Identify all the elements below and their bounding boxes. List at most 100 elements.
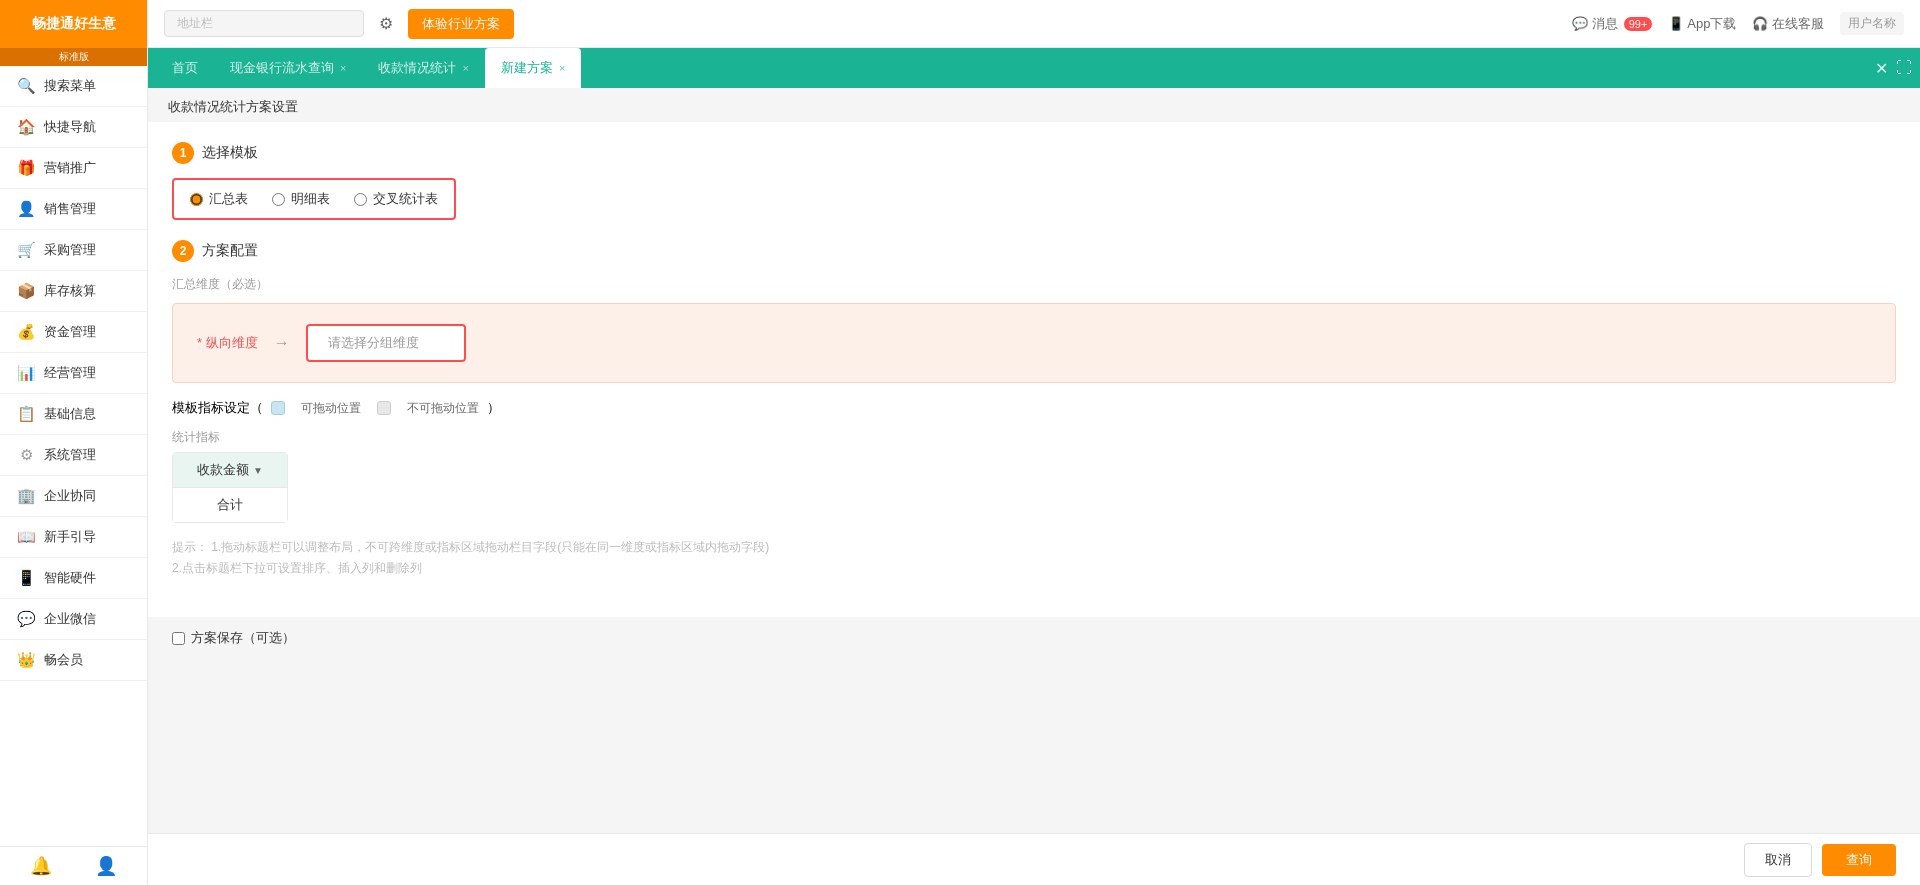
- device-icon: 📱: [16, 568, 36, 588]
- service-label: 在线客服: [1772, 16, 1824, 31]
- sidebar-item-purchase[interactable]: 🛒 采购管理: [0, 230, 147, 271]
- step1-num: 1: [172, 142, 194, 164]
- close-icon[interactable]: ×: [340, 62, 346, 74]
- radio-summary[interactable]: 汇总表: [190, 190, 248, 208]
- sidebar: 畅捷通好生意 标准版 🔍 搜索菜单 🏠 快捷导航 🎁 营销推广 👤 销售管理 🛒…: [0, 0, 148, 885]
- sidebar-item-inventory[interactable]: 📦 库存核算: [0, 271, 147, 312]
- save-option: 方案保存（可选）: [148, 617, 1920, 659]
- step2-section: 2 方案配置 汇总维度（必选） * 纵向维度 → 请选择分组维度: [172, 240, 1896, 577]
- sidebar-item-operations[interactable]: 📊 经营管理: [0, 353, 147, 394]
- main-area: 地址栏 ⚙ 体验行业方案 💬 消息 99+ 📱 App下载 🎧 在线客服 用户名…: [148, 0, 1920, 885]
- service-section[interactable]: 🎧 在线客服: [1752, 15, 1824, 33]
- tab-bar: 首页 现金银行流水查询 × 收款情况统计 × 新建方案 × ✕ ⛶: [148, 48, 1920, 88]
- industry-btn[interactable]: 体验行业方案: [408, 9, 514, 39]
- template-options: 汇总表 明细表 交叉统计表: [172, 178, 456, 220]
- sidebar-item-hardware[interactable]: 📱 智能硬件: [0, 558, 147, 599]
- sidebar-item-enterprise[interactable]: 🏢 企业协同: [0, 476, 147, 517]
- sidebar-item-marketing[interactable]: 🎁 营销推广: [0, 148, 147, 189]
- sidebar-logo-text: 畅捷通好生意: [32, 15, 116, 33]
- radio-cross-label: 交叉统计表: [373, 190, 438, 208]
- sidebar-item-nav[interactable]: 🏠 快捷导航: [0, 107, 147, 148]
- indicator-settings-header: 模板指标设定（ 可拖动位置 不可拖动位置 ）: [172, 399, 1896, 417]
- message-badge: 99+: [1624, 17, 1653, 31]
- tip-2: 2.点击标题栏下拉可设置排序、插入列和删除列: [172, 560, 1896, 577]
- save-checkbox[interactable]: [172, 632, 185, 645]
- maximize-icon[interactable]: ⛶: [1896, 59, 1912, 78]
- indicator-table-section: 统计指标 收款金额 ▼ 合计: [172, 429, 1896, 523]
- radio-detail[interactable]: 明细表: [272, 190, 330, 208]
- content-area: 收款情况统计方案设置 1 选择模板 汇总表 明细表: [148, 88, 1920, 833]
- radio-summary-input[interactable]: [190, 193, 203, 206]
- query-button[interactable]: 查询: [1822, 844, 1896, 876]
- tab-home[interactable]: 首页: [156, 48, 214, 88]
- chart-icon: 📊: [16, 363, 36, 383]
- sidebar-item-label: 企业微信: [44, 610, 96, 628]
- close-icon[interactable]: ×: [462, 62, 468, 74]
- step1-title: 选择模板: [202, 144, 258, 162]
- indicator-table-body: 合计: [173, 488, 287, 522]
- radio-cross-input[interactable]: [354, 193, 367, 206]
- download-section[interactable]: 📱 App下载: [1668, 15, 1736, 33]
- sidebar-item-label: 经营管理: [44, 364, 96, 382]
- user-icon: 👤: [16, 199, 36, 219]
- close-icon[interactable]: ×: [559, 62, 565, 74]
- arrow-icon: →: [274, 334, 290, 352]
- sidebar-bottom-right[interactable]: 👤: [95, 855, 117, 877]
- tab-new-plan[interactable]: 新建方案 ×: [485, 48, 581, 88]
- step2-header: 2 方案配置: [172, 240, 1896, 262]
- legend-close-paren: ）: [487, 399, 500, 417]
- dimension-area: * 纵向维度 → 请选择分组维度: [172, 303, 1896, 383]
- header-left: 地址栏 ⚙ 体验行业方案: [164, 9, 514, 39]
- tab-cashflow[interactable]: 现金银行流水查询 ×: [214, 48, 362, 88]
- dimension-select[interactable]: 请选择分组维度: [306, 324, 466, 362]
- sidebar-item-label: 资金管理: [44, 323, 96, 341]
- sidebar-item-label: 营销推广: [44, 159, 96, 177]
- cancel-button[interactable]: 取消: [1744, 843, 1812, 877]
- gift-icon: 🎁: [16, 158, 36, 178]
- page-header: 收款情况统计方案设置: [148, 88, 1920, 122]
- step1-section: 1 选择模板 汇总表 明细表 交叉统计表: [172, 142, 1896, 220]
- bottom-bar: 取消 查询: [148, 833, 1920, 885]
- legend-items: 可拖动位置 不可拖动位置: [271, 400, 479, 417]
- radio-detail-input[interactable]: [272, 193, 285, 206]
- sidebar-item-label: 快捷导航: [44, 118, 96, 136]
- sidebar-item-guide[interactable]: 📖 新手引导: [0, 517, 147, 558]
- indicator-header-cell[interactable]: 收款金额 ▼: [173, 453, 287, 487]
- sidebar-bottom-left[interactable]: 🔔: [30, 855, 52, 877]
- book-icon: 📖: [16, 527, 36, 547]
- sidebar-item-system[interactable]: ⚙ 系统管理: [0, 435, 147, 476]
- sidebar-item-label: 新手引导: [44, 528, 96, 546]
- indicator-total-cell: 合计: [173, 488, 287, 522]
- breadcrumb: 收款情况统计方案设置: [168, 99, 298, 114]
- sidebar-item-basic-info[interactable]: 📋 基础信息: [0, 394, 147, 435]
- settings-button[interactable]: ⚙: [372, 10, 400, 38]
- sidebar-item-member[interactable]: 👑 畅会员: [0, 640, 147, 681]
- indicator-section-label: 统计指标: [172, 429, 1896, 446]
- cart-icon: 🛒: [16, 240, 36, 260]
- tab-new-plan-label: 新建方案: [501, 59, 553, 77]
- tip-1: 提示： 1.拖动标题栏可以调整布局，不可跨维度或指标区域拖动栏目字段(只能在同一…: [172, 539, 1896, 556]
- sidebar-item-label: 系统管理: [44, 446, 96, 464]
- dimension-label-text: 汇总维度（必选）: [172, 277, 268, 291]
- user-name: 用户名称: [1840, 12, 1904, 35]
- sidebar-item-label: 库存核算: [44, 282, 96, 300]
- address-bar[interactable]: 地址栏: [164, 10, 364, 37]
- legend-non-draggable-box: [377, 401, 391, 415]
- message-section[interactable]: 💬 消息 99+: [1572, 15, 1652, 33]
- indicator-table-header: 收款金额 ▼: [173, 453, 287, 488]
- home-icon: 🏠: [16, 117, 36, 137]
- sidebar-item-wechat[interactable]: 💬 企业微信: [0, 599, 147, 640]
- money-icon: 💰: [16, 322, 36, 342]
- clipboard-icon: 📋: [16, 404, 36, 424]
- sidebar-item-sales[interactable]: 👤 销售管理: [0, 189, 147, 230]
- sidebar-item-finance[interactable]: 💰 资金管理: [0, 312, 147, 353]
- radio-cross[interactable]: 交叉统计表: [354, 190, 438, 208]
- step1-header: 1 选择模板: [172, 142, 1896, 164]
- download-label: App下载: [1687, 16, 1736, 31]
- close-window-icon[interactable]: ✕: [1875, 59, 1888, 78]
- sidebar-item-search[interactable]: 🔍 搜索菜单: [0, 66, 147, 107]
- indicator-settings-label: 模板指标设定（: [172, 399, 263, 417]
- tab-home-label: 首页: [172, 59, 198, 77]
- tab-collection[interactable]: 收款情况统计 ×: [362, 48, 484, 88]
- vertical-label: * 纵向维度: [197, 334, 258, 352]
